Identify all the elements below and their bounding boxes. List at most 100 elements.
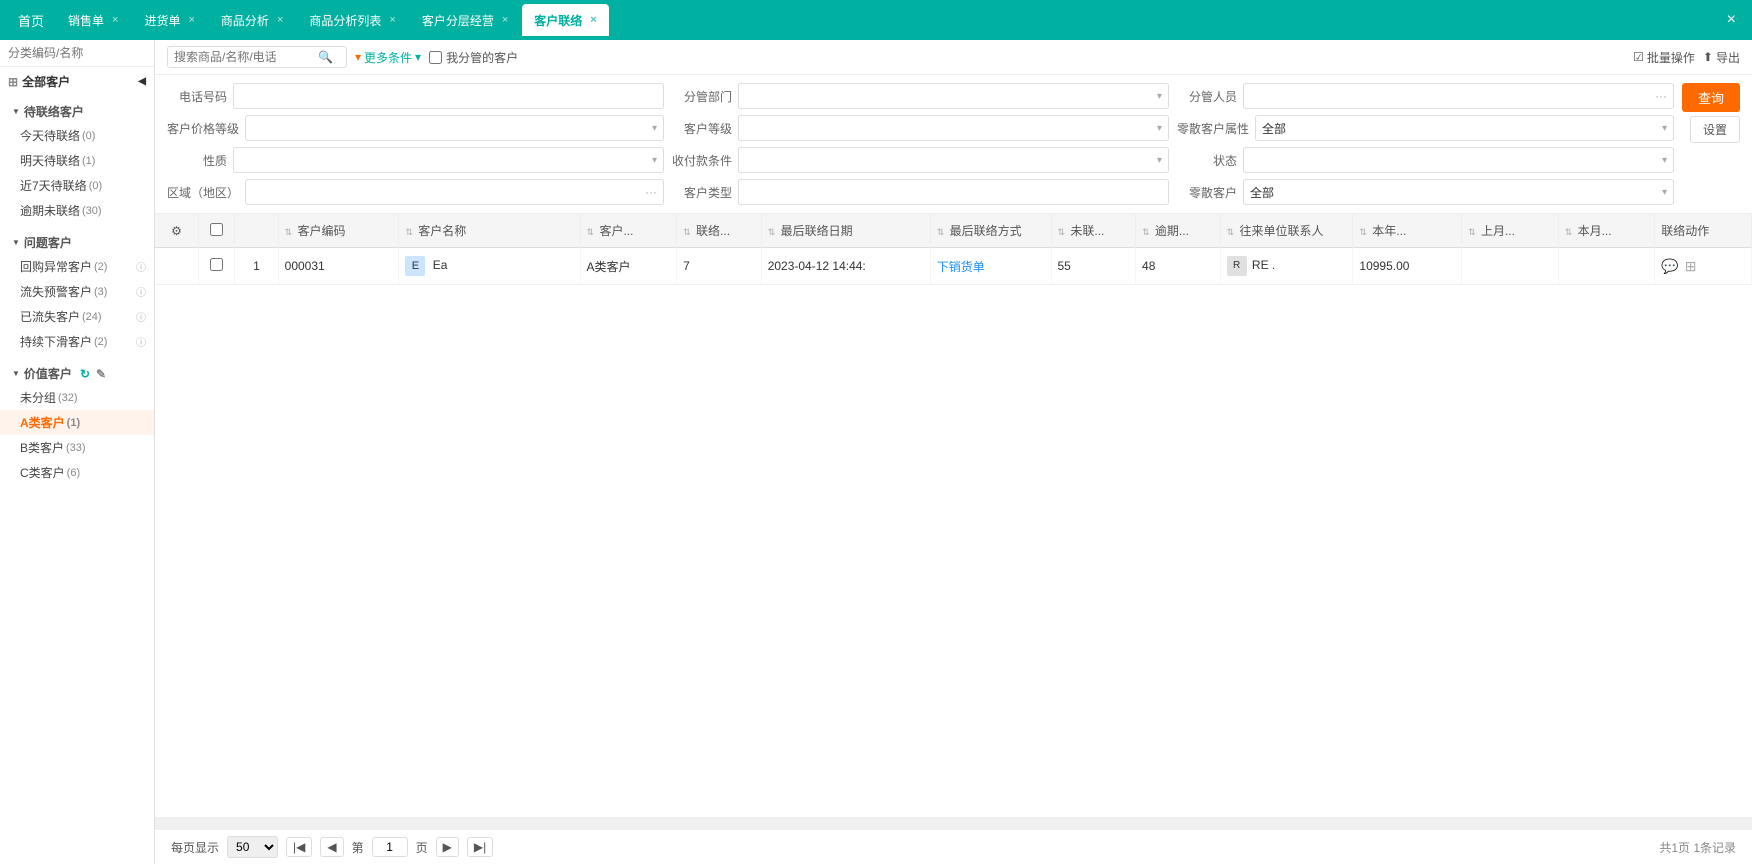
row-contact-person: R RE . xyxy=(1220,248,1353,285)
row-checkbox[interactable] xyxy=(210,258,223,271)
query-button[interactable]: 查询 xyxy=(1682,83,1740,112)
sort-icon-method[interactable]: ⇅ xyxy=(937,227,945,237)
customer-type-input[interactable] xyxy=(738,179,1169,205)
refresh-icon[interactable]: ↻ xyxy=(80,367,90,381)
sort-icon-overdue[interactable]: ⇅ xyxy=(1142,227,1150,237)
chat-icon[interactable]: 💬 xyxy=(1661,258,1678,275)
total-info: 共1页 1条记录 xyxy=(1659,839,1736,856)
person-input[interactable]: ··· xyxy=(1243,83,1674,109)
close-analysis-tab[interactable]: × xyxy=(277,14,283,26)
sidebar-item-repurchase-abnormal[interactable]: 回购异常客户 (2) ⓘ xyxy=(0,254,154,279)
phone-input[interactable] xyxy=(233,83,664,109)
sort-icon-contact[interactable]: ⇅ xyxy=(683,227,691,237)
nav-tab-sales[interactable]: 销售单 × xyxy=(56,4,130,36)
customer-table: ⚙ ⇅ 客户编码 ⇅ 客户名称 xyxy=(155,214,1752,285)
batch-op-btn[interactable]: ☑ 批量操作 xyxy=(1633,49,1695,66)
sidebar-item-tomorrow[interactable]: 明天待联络 (1) xyxy=(0,148,154,173)
nav-tab-analysis-list[interactable]: 商品分析列表 × xyxy=(297,4,407,36)
collapse-icon: ◀ xyxy=(138,76,146,87)
close-customer-mgmt-tab[interactable]: × xyxy=(502,14,508,26)
info-icon4: ⓘ xyxy=(136,334,146,349)
nav-tab-customer-contact[interactable]: 客户联络 × xyxy=(522,4,608,36)
sidebar-item-churn-warning[interactable]: 流失预警客户 (3) ⓘ xyxy=(0,279,154,304)
region-input[interactable]: ··· xyxy=(245,179,664,205)
row-contact-count: 7 xyxy=(677,248,762,285)
section-value-title[interactable]: ▼ 价值客户 ↻ ✎ xyxy=(0,362,154,385)
section-problem-title[interactable]: ▼ 问题客户 xyxy=(0,231,154,254)
sort-icon-date[interactable]: ⇅ xyxy=(768,227,776,237)
person-avatar: R xyxy=(1227,256,1247,276)
sidebar-item-today[interactable]: 今天待联络 (0) xyxy=(0,123,154,148)
sort-icon-lastmonth[interactable]: ⇅ xyxy=(1468,227,1476,237)
th-contact-person: ⇅ 往来单位联系人 xyxy=(1220,214,1353,248)
filter-dept: 分管部门 ▾ xyxy=(672,83,1169,109)
sort-icon-name[interactable]: ⇅ xyxy=(405,227,413,237)
payment-input[interactable]: ▾ xyxy=(738,147,1169,173)
nature-input[interactable]: ▾ xyxy=(233,147,664,173)
sort-icon-person[interactable]: ⇅ xyxy=(1227,227,1235,237)
nav-home[interactable]: 首页 xyxy=(8,11,54,30)
table-header: ⚙ ⇅ 客户编码 ⇅ 客户名称 xyxy=(155,214,1752,248)
dept-input[interactable]: ▾ xyxy=(738,83,1169,109)
filter-customer-level: 客户等级 ▾ xyxy=(672,115,1169,141)
sidebar-item-class-b[interactable]: B类客户 (33) xyxy=(0,435,154,460)
export-btn[interactable]: ⬆ 导出 xyxy=(1703,49,1740,66)
close-purchase-tab[interactable]: × xyxy=(188,14,194,26)
sort-icon-code[interactable]: ⇅ xyxy=(285,227,293,237)
info-icon3: ⓘ xyxy=(136,309,146,324)
gear-icon[interactable]: ⚙ xyxy=(171,224,182,238)
prev-page-btn[interactable]: ◀ xyxy=(320,837,343,857)
th-last-contact-method: ⇅ 最后联络方式 xyxy=(930,214,1051,248)
first-page-btn[interactable]: |◀ xyxy=(286,837,312,857)
page-input[interactable] xyxy=(372,837,408,857)
sidebar-search-area: 🔍 xyxy=(0,40,154,67)
customer-level-input[interactable]: ▾ xyxy=(738,115,1169,141)
my-customer-checkbox[interactable] xyxy=(429,51,442,64)
close-all-tabs[interactable]: × xyxy=(1719,11,1744,29)
th-contact-count: ⇅ 联络... xyxy=(677,214,762,248)
row-this-year: 10995.00 xyxy=(1353,248,1462,285)
sidebar-item-class-c[interactable]: C类客户 (6) xyxy=(0,460,154,485)
filter-more-btn[interactable]: ▾ 更多条件 ▾ xyxy=(355,49,421,66)
close-analysis-list-tab[interactable]: × xyxy=(389,14,395,26)
edit-icon[interactable]: ✎ xyxy=(96,367,106,381)
sidebar-search-input[interactable] xyxy=(8,46,155,60)
price-level-input[interactable]: ▾ xyxy=(245,115,664,141)
sidebar-item-overdue[interactable]: 逾期未联络 (30) xyxy=(0,198,154,223)
sort-icon-thismonth[interactable]: ⇅ xyxy=(1565,227,1573,237)
content-area: 🔍 ▾ 更多条件 ▾ 我分管的客户 ☑ 批量操作 ⬆ 导出 xyxy=(155,40,1752,864)
sidebar-item-unclassified[interactable]: 未分组 (32) xyxy=(0,385,154,410)
horizontal-scrollbar[interactable] xyxy=(155,817,1752,829)
sidebar-all-customers[interactable]: ⊞ 全部客户 ◀ xyxy=(0,67,154,96)
sort-icon-thisyear[interactable]: ⇅ xyxy=(1359,227,1367,237)
nav-tab-purchase[interactable]: 进货单 × xyxy=(132,4,206,36)
qr-icon[interactable]: ⊞ xyxy=(1685,258,1697,275)
last-contact-link[interactable]: 下销货单 xyxy=(937,260,985,274)
section-pending-contact-title[interactable]: ▼ 待联络客户 xyxy=(0,100,154,123)
close-customer-contact-tab[interactable]: × xyxy=(590,14,596,26)
last-page-btn[interactable]: ▶| xyxy=(467,837,493,857)
per-page-select[interactable]: 10 20 50 100 xyxy=(227,836,278,858)
retail-attr-input[interactable]: 全部▾ xyxy=(1255,115,1674,141)
sidebar-item-7days[interactable]: 近7天待联络 (0) xyxy=(0,173,154,198)
sidebar-item-declining[interactable]: 持续下滑客户 (2) ⓘ xyxy=(0,329,154,354)
sidebar-item-class-a[interactable]: A类客户 (1) xyxy=(0,410,154,435)
sort-icon-type[interactable]: ⇅ xyxy=(587,227,595,237)
select-all-checkbox[interactable] xyxy=(210,223,223,236)
row-last-contact-date: 2023-04-12 14:44: xyxy=(761,248,930,285)
top-nav: 首页 销售单 × 进货单 × 商品分析 × 商品分析列表 × 客户分层经营 × … xyxy=(0,0,1752,40)
sort-icon-notcontact[interactable]: ⇅ xyxy=(1058,227,1066,237)
batch-icon: ☑ xyxy=(1633,50,1644,64)
settings-button[interactable]: 设置 xyxy=(1690,116,1740,143)
section-value-customers: ▼ 价值客户 ↻ ✎ 未分组 (32) A类客户 (1) B类客户 (33) C… xyxy=(0,358,154,489)
retail-customer-input[interactable]: 全部▾ xyxy=(1243,179,1674,205)
next-page-btn[interactable]: ▶ xyxy=(436,837,459,857)
close-sales-tab[interactable]: × xyxy=(112,14,118,26)
nav-tab-customer-mgmt[interactable]: 客户分层经营 × xyxy=(410,4,520,36)
filter-search-input[interactable] xyxy=(174,50,314,64)
sidebar-item-churned[interactable]: 已流失客户 (24) ⓘ xyxy=(0,304,154,329)
th-gear: ⚙ xyxy=(155,214,198,248)
status-input[interactable]: ▾ xyxy=(1243,147,1674,173)
row-gear xyxy=(155,248,198,285)
nav-tab-analysis[interactable]: 商品分析 × xyxy=(209,4,295,36)
